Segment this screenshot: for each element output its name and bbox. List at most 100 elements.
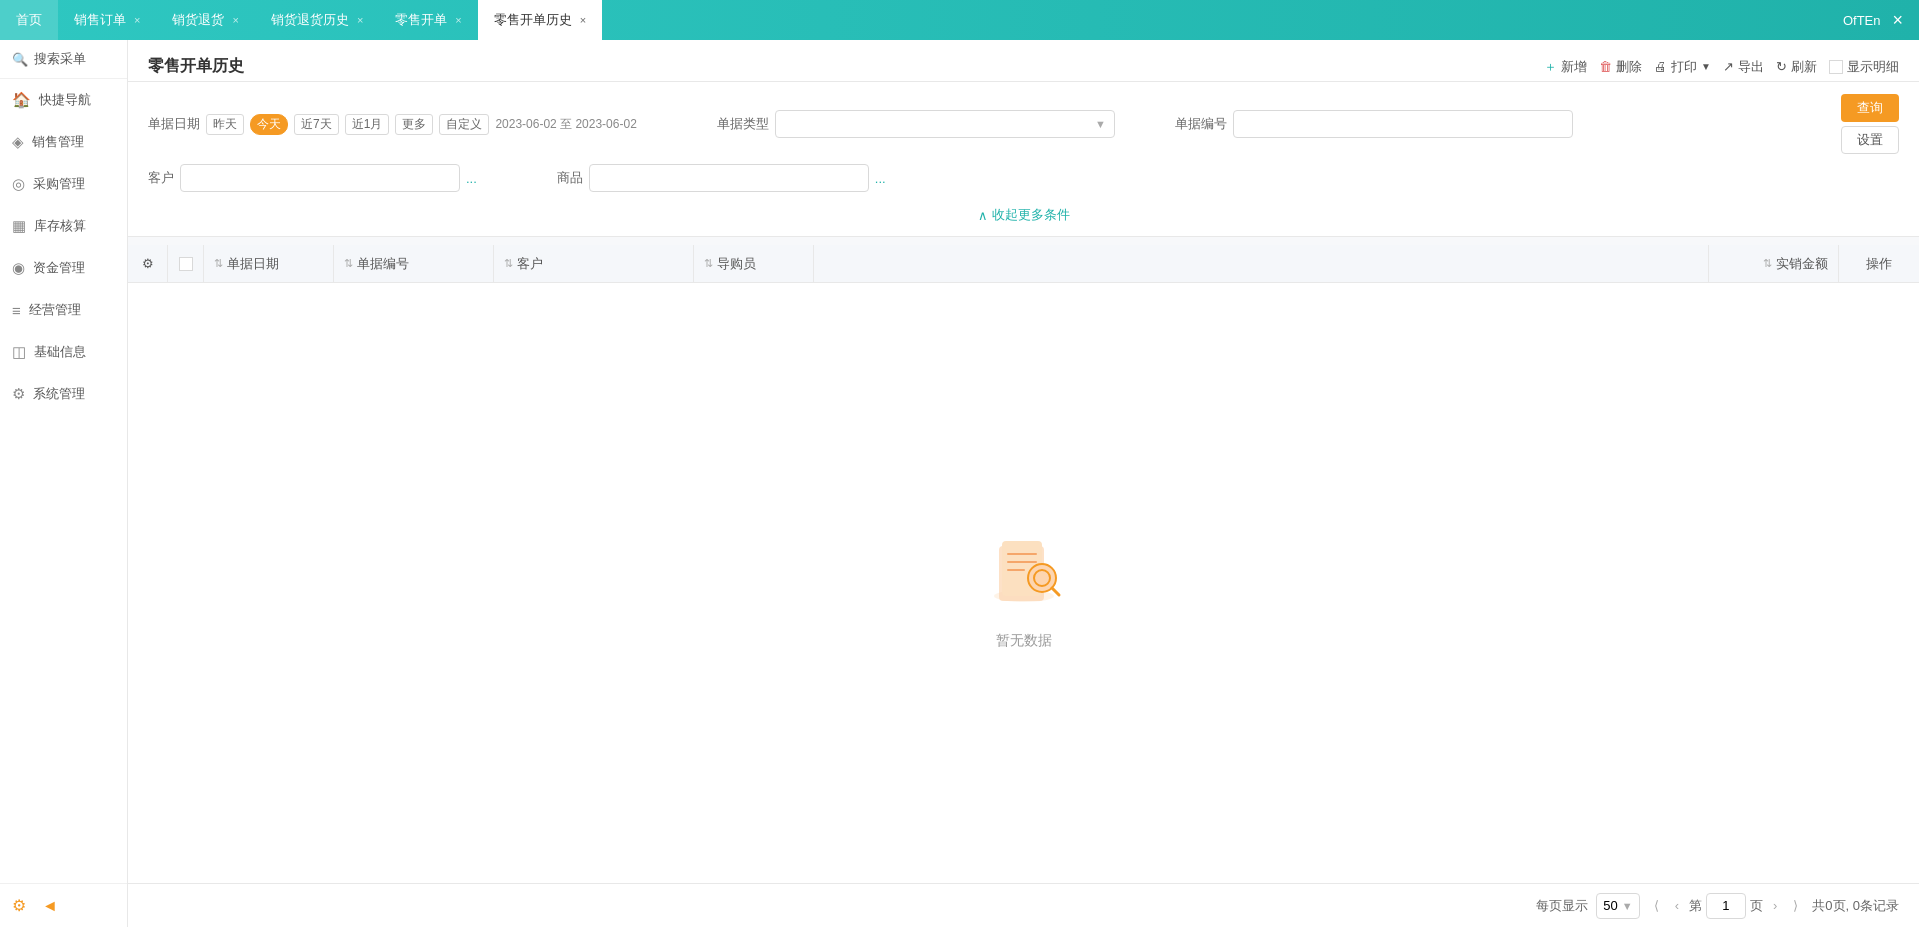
page-size-dropdown-icon: ▼: [1622, 900, 1633, 912]
type-select[interactable]: ▼: [775, 110, 1115, 138]
tab-sales-return-history-close[interactable]: ×: [357, 14, 363, 26]
refresh-icon: ↻: [1776, 59, 1787, 74]
goods-ellipsis[interactable]: ...: [875, 171, 886, 186]
th-spacer: [814, 245, 1709, 282]
topbar-close-btn[interactable]: ×: [1888, 10, 1907, 31]
tab-sales-return[interactable]: 销货退货 ×: [156, 0, 254, 40]
basicinfo-icon: ◫: [12, 343, 26, 361]
th-amount-sort-icon: ⇅: [1763, 257, 1772, 270]
export-icon: ↗: [1723, 59, 1734, 74]
setting-button[interactable]: 设置: [1841, 126, 1899, 154]
customer-filter-label: 客户: [148, 169, 174, 187]
date-shortcuts: 昨天 今天 近7天 近1月 更多 自定义: [206, 114, 489, 135]
date-btn-today[interactable]: 今天: [250, 114, 288, 135]
tab-sales-return-close[interactable]: ×: [232, 14, 238, 26]
table-area: ⚙ ⇅ 单据日期 ⇅ 单据编号 ⇅ 客户 ⇅: [128, 245, 1919, 927]
date-btn-custom[interactable]: 自定义: [439, 114, 489, 135]
print-button[interactable]: 🖨 打印 ▼: [1654, 58, 1711, 76]
collapse-arrow-icon[interactable]: ◄: [42, 897, 58, 915]
tab-sales-order[interactable]: 销售订单 ×: [58, 0, 156, 40]
refresh-label: 刷新: [1791, 58, 1817, 76]
page-prev-btn[interactable]: ‹: [1669, 896, 1685, 915]
date-btn-yesterday[interactable]: 昨天: [206, 114, 244, 135]
tab-sales-return-history[interactable]: 销货退货历史 ×: [255, 0, 379, 40]
th-customer-label: 客户: [517, 255, 543, 273]
sidebar-item-inventory[interactable]: ▦ 库存核算: [0, 205, 127, 247]
tab-sales-order-label: 销售订单: [74, 11, 126, 29]
date-btn-1month[interactable]: 近1月: [345, 114, 390, 135]
th-customer[interactable]: ⇅ 客户: [494, 245, 694, 282]
th-guide[interactable]: ⇅ 导购员: [694, 245, 814, 282]
page-last-btn[interactable]: ⟩: [1787, 896, 1804, 915]
sidebar-item-system[interactable]: ⚙ 系统管理: [0, 373, 127, 415]
content-area: 零售开单历史 ＋ 新增 🗑 删除 🖨 打印 ▼ ↗ 导出: [128, 40, 1919, 927]
date-btn-more[interactable]: 更多: [395, 114, 433, 135]
empty-text: 暂无数据: [996, 632, 1052, 650]
sidebar-item-quicknav[interactable]: 🏠 快捷导航: [0, 79, 127, 121]
page-size-select[interactable]: 50 ▼: [1596, 893, 1639, 919]
th-checkbox[interactable]: [168, 245, 204, 282]
sidebar-item-operation[interactable]: ≡ 经营管理: [0, 289, 127, 331]
th-op-label: 操作: [1866, 255, 1892, 273]
tab-sales-order-close[interactable]: ×: [134, 14, 140, 26]
sidebar-item-purchase[interactable]: ◎ 采购管理: [0, 163, 127, 205]
sidebar: 🔍 搜索采单 🏠 快捷导航 ◈ 销售管理 ◎ 采购管理 ▦ 库存核算 ◉ 资金管…: [0, 40, 128, 927]
tab-retail-history[interactable]: 零售开单历史 ×: [478, 0, 602, 40]
customer-input[interactable]: [180, 164, 460, 192]
num-filter-label: 单据编号: [1175, 115, 1227, 133]
th-num-sort-icon: ⇅: [344, 257, 353, 270]
inventory-icon: ▦: [12, 217, 26, 235]
th-guide-sort-icon: ⇅: [704, 257, 713, 270]
th-checkbox-all[interactable]: [179, 257, 193, 271]
type-filter: 单据类型 ▼: [717, 110, 1115, 138]
tab-retail-order-close[interactable]: ×: [455, 14, 461, 26]
collapse-label: 收起更多条件: [992, 206, 1070, 224]
tab-retail-history-close[interactable]: ×: [580, 14, 586, 26]
page-next-btn[interactable]: ›: [1767, 896, 1783, 915]
page-number-input[interactable]: [1706, 893, 1746, 919]
table-header: ⚙ ⇅ 单据日期 ⇅ 单据编号 ⇅ 客户 ⇅: [128, 245, 1919, 283]
type-dropdown-icon: ▼: [1095, 118, 1106, 130]
query-button[interactable]: 查询: [1841, 94, 1899, 122]
goods-input[interactable]: [589, 164, 869, 192]
print-icon: 🖨: [1654, 59, 1667, 74]
delete-label: 删除: [1616, 58, 1642, 76]
svg-line-8: [1052, 588, 1059, 595]
refresh-button[interactable]: ↻ 刷新: [1776, 58, 1817, 76]
toolbar: ＋ 新增 🗑 删除 🖨 打印 ▼ ↗ 导出 ↻ 刷新: [1544, 58, 1899, 76]
customer-filter: 客户 ...: [148, 164, 477, 192]
th-op: 操作: [1839, 245, 1919, 282]
pagination: 每页显示 50 ▼ ⟨ ‹ 第 页 › ⟩ 共0页, 0条记录: [128, 883, 1919, 927]
num-input[interactable]: [1233, 110, 1573, 138]
collapse-button[interactable]: ∧ 收起更多条件: [978, 206, 1070, 224]
tab-retail-order[interactable]: 零售开单 ×: [379, 0, 477, 40]
sidebar-item-finance[interactable]: ◉ 资金管理: [0, 247, 127, 289]
sidebar-item-basicinfo[interactable]: ◫ 基础信息: [0, 331, 127, 373]
date-btn-7days[interactable]: 近7天: [294, 114, 339, 135]
th-date[interactable]: ⇅ 单据日期: [204, 245, 334, 282]
th-amount[interactable]: ⇅ 实销金额: [1709, 245, 1839, 282]
export-button[interactable]: ↗ 导出: [1723, 58, 1764, 76]
delete-button[interactable]: 🗑 删除: [1599, 58, 1642, 76]
page-first-btn[interactable]: ⟨: [1648, 896, 1665, 915]
system-icon: ⚙: [12, 385, 25, 403]
add-button[interactable]: ＋ 新增: [1544, 58, 1587, 76]
tab-home[interactable]: 首页: [0, 0, 58, 40]
th-date-label: 单据日期: [227, 255, 279, 273]
th-settings[interactable]: ⚙: [128, 245, 168, 282]
sidebar-item-sales-label: 销售管理: [32, 133, 84, 151]
sidebar-item-sales[interactable]: ◈ 销售管理: [0, 121, 127, 163]
sidebar-item-operation-label: 经营管理: [29, 301, 81, 319]
display-toggle[interactable]: 显示明细: [1829, 58, 1899, 76]
customer-ellipsis[interactable]: ...: [466, 171, 477, 186]
search-icon: 🔍: [12, 52, 28, 67]
settings-gear-icon[interactable]: ⚙: [12, 896, 26, 915]
add-label: 新增: [1561, 58, 1587, 76]
sidebar-item-finance-label: 资金管理: [33, 259, 85, 277]
sidebar-search[interactable]: 🔍 搜索采单: [0, 40, 127, 79]
top-bar: 首页 销售订单 × 销货退货 × 销货退货历史 × 零售开单 × 零售开单历史 …: [0, 0, 1919, 40]
operation-icon: ≡: [12, 302, 21, 319]
display-checkbox[interactable]: [1829, 60, 1843, 74]
th-num[interactable]: ⇅ 单据编号: [334, 245, 494, 282]
sidebar-item-quicknav-label: 快捷导航: [39, 91, 91, 109]
